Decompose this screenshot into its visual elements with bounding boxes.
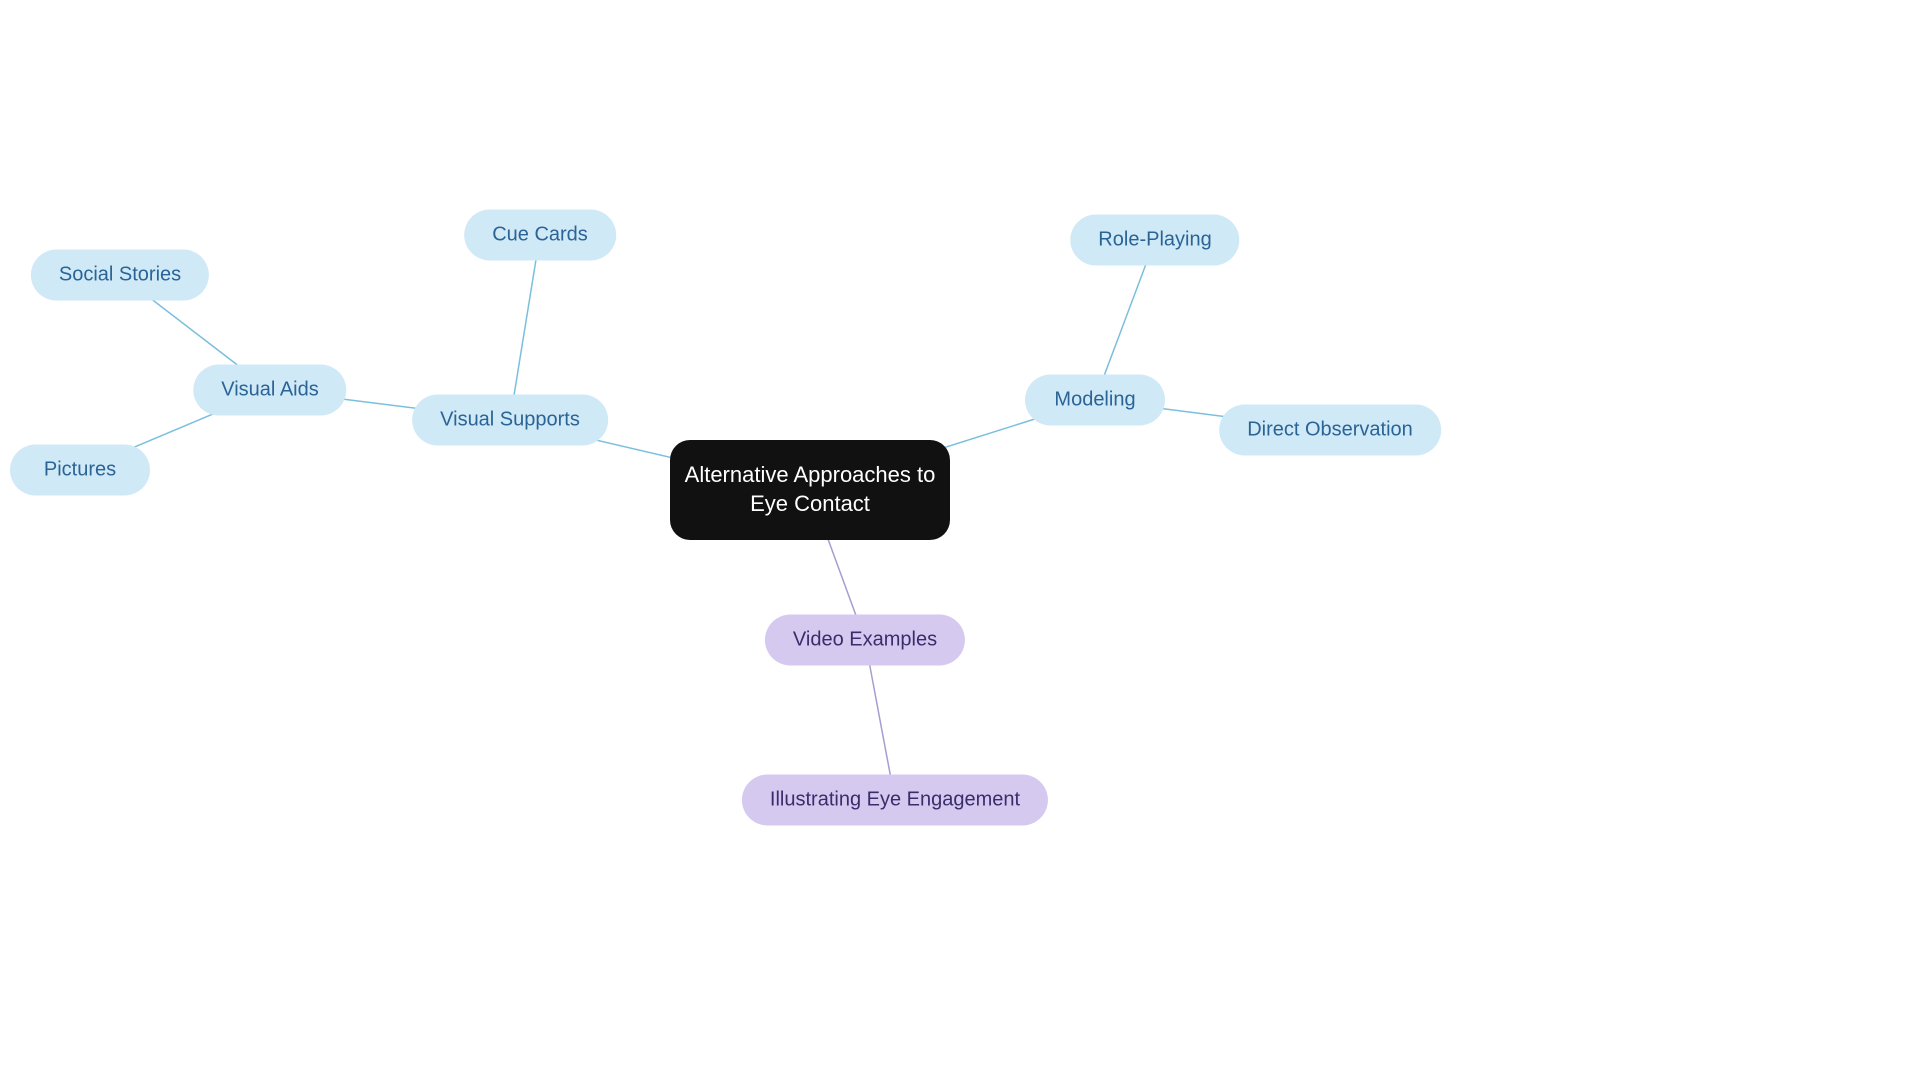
- visual-supports-node[interactable]: Visual Supports: [412, 395, 608, 446]
- cue-cards-node[interactable]: Cue Cards: [464, 210, 616, 261]
- social-stories-node[interactable]: Social Stories: [31, 250, 209, 301]
- direct-observation-node[interactable]: Direct Observation: [1219, 405, 1441, 456]
- video-examples-node[interactable]: Video Examples: [765, 615, 965, 666]
- center-node[interactable]: Alternative Approaches to Eye Contact: [670, 440, 950, 540]
- modeling-node[interactable]: Modeling: [1025, 375, 1165, 426]
- pictures-node[interactable]: Pictures: [10, 445, 150, 496]
- visual-aids-node[interactable]: Visual Aids: [193, 365, 346, 416]
- role-playing-node[interactable]: Role-Playing: [1070, 215, 1239, 266]
- illustrating-eye-engagement-node[interactable]: Illustrating Eye Engagement: [742, 775, 1048, 826]
